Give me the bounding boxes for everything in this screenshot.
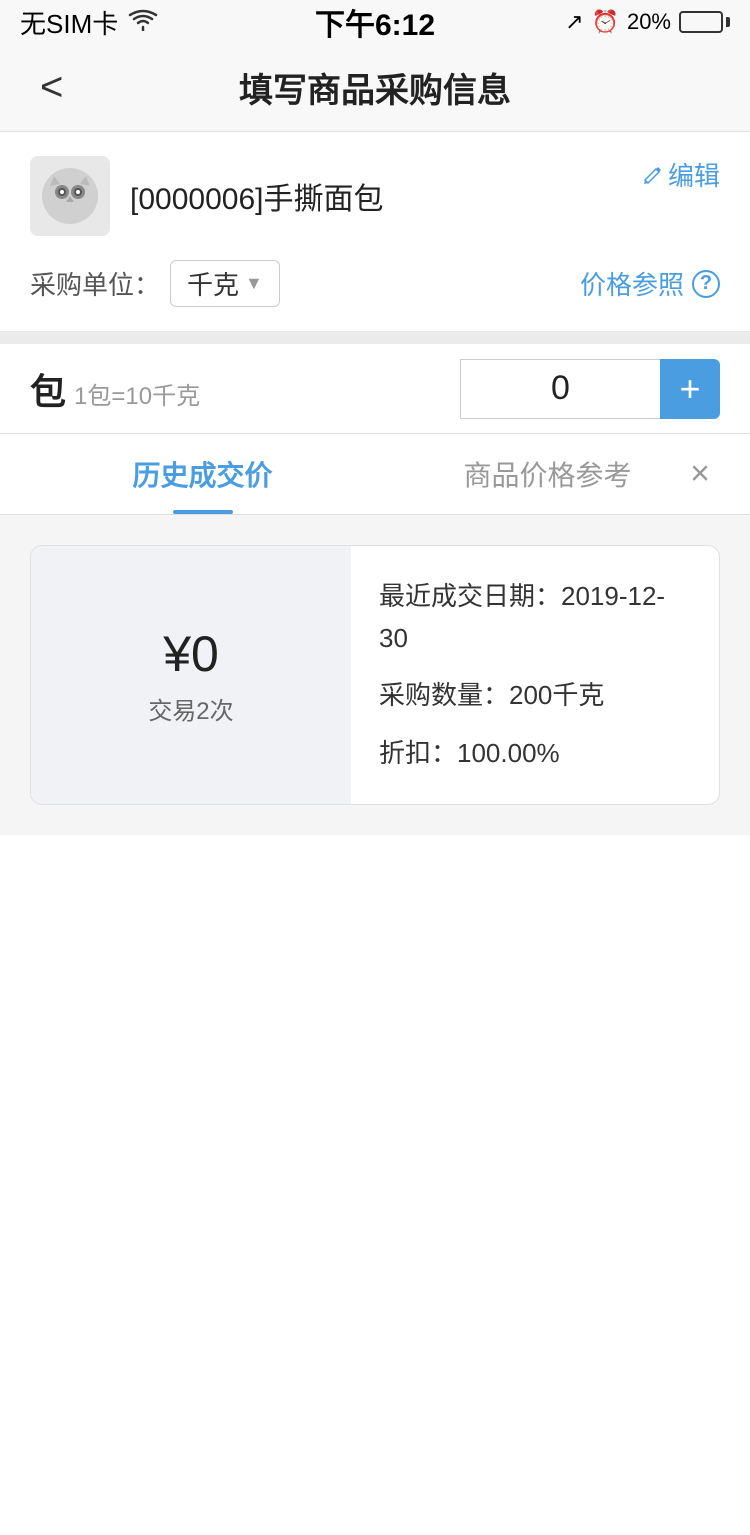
- unit-value: 千克: [187, 265, 239, 302]
- quantity-section: 包 1包=10千克 0 +: [0, 344, 750, 434]
- purchase-qty-value: 200千克: [509, 680, 604, 710]
- nav-bar: < 填写商品采购信息: [0, 44, 750, 132]
- tabs-container: 历史成交价 商品价格参考 ×: [0, 434, 750, 515]
- back-button[interactable]: <: [30, 55, 73, 120]
- product-header-row: [0000006]手撕面包 编辑: [30, 156, 720, 236]
- tabs-header: 历史成交价 商品价格参考 ×: [0, 434, 750, 514]
- wifi-icon: [128, 7, 158, 38]
- recent-date-row: 最近成交日期：2019-12-30: [379, 576, 691, 659]
- status-right: ↗ ⏰ 20%: [565, 9, 730, 35]
- history-card: ¥0 交易2次 最近成交日期：2019-12-30 采购数量：200千克 折扣：…: [30, 545, 720, 805]
- quantity-controls: 0 +: [460, 359, 720, 419]
- quantity-label: 包 1包=10千克: [30, 363, 200, 415]
- status-left: 无SIM卡: [20, 4, 158, 41]
- discount-row: 折扣：100.00%: [379, 733, 691, 775]
- edit-button[interactable]: 编辑: [642, 156, 720, 193]
- discount-label: 折扣：: [379, 738, 457, 768]
- purchase-qty-row: 采购数量：200千克: [379, 675, 691, 717]
- quantity-unit-char: 包: [30, 363, 66, 415]
- product-section: [0000006]手撕面包 编辑 采购单位： 千克 ▼ 价格参照 ?: [0, 132, 750, 332]
- alarm-icon: ⏰: [592, 9, 619, 35]
- quantity-plus-button[interactable]: +: [660, 359, 720, 419]
- product-logo-icon: [40, 166, 100, 226]
- purchase-unit-label: 采购单位：: [30, 265, 160, 302]
- unit-dropdown[interactable]: 千克 ▼: [170, 260, 280, 307]
- status-bar: 无SIM卡 下午6:12 ↗ ⏰ 20%: [0, 0, 750, 44]
- history-trades: 交易2次: [148, 691, 233, 726]
- product-name: [0000006]手撕面包: [130, 174, 383, 218]
- price-reference-button[interactable]: 价格参照 ?: [580, 265, 720, 302]
- discount-value: 100.00%: [457, 738, 560, 768]
- purchase-unit-row: 采购单位： 千克 ▼ 价格参照 ?: [30, 260, 720, 307]
- price-ref-label: 价格参照: [580, 265, 684, 302]
- tab-history-price[interactable]: 历史成交价: [30, 434, 375, 514]
- battery-percent: 20%: [627, 9, 671, 35]
- tab-product-label: 商品价格参考: [463, 460, 631, 491]
- tab-product-price[interactable]: 商品价格参考: [375, 434, 720, 514]
- edit-icon: [642, 164, 664, 186]
- section-divider: [0, 332, 750, 344]
- quantity-input[interactable]: 0: [460, 359, 660, 419]
- sim-label: 无SIM卡: [20, 4, 118, 41]
- location-icon: ↗: [565, 9, 583, 35]
- dropdown-arrow-icon: ▼: [245, 273, 263, 294]
- plus-icon: +: [679, 368, 700, 410]
- history-price: ¥0: [163, 625, 219, 683]
- battery-icon: [679, 11, 730, 33]
- history-details-section: 最近成交日期：2019-12-30 采购数量：200千克 折扣：100.00%: [351, 546, 719, 804]
- price-ref-help-icon: ?: [692, 270, 720, 298]
- purchase-qty-label: 采购数量：: [379, 680, 509, 710]
- quantity-conversion: 1包=10千克: [74, 376, 200, 411]
- status-time: 下午6:12: [315, 0, 435, 44]
- tab-close-button[interactable]: ×: [680, 445, 720, 504]
- page-title: 填写商品采购信息: [239, 63, 511, 112]
- edit-label: 编辑: [668, 156, 720, 193]
- recent-date-label: 最近成交日期：: [379, 581, 561, 611]
- history-content: ¥0 交易2次 最近成交日期：2019-12-30 采购数量：200千克 折扣：…: [0, 515, 750, 835]
- tab-history-label: 历史成交价: [132, 460, 272, 491]
- main-content-area: [0, 835, 750, 1535]
- unit-left: 采购单位： 千克 ▼: [30, 260, 280, 307]
- quantity-value: 0: [551, 369, 570, 408]
- product-left: [0000006]手撕面包: [30, 156, 383, 236]
- product-thumbnail: [30, 156, 110, 236]
- history-price-section: ¥0 交易2次: [31, 546, 351, 804]
